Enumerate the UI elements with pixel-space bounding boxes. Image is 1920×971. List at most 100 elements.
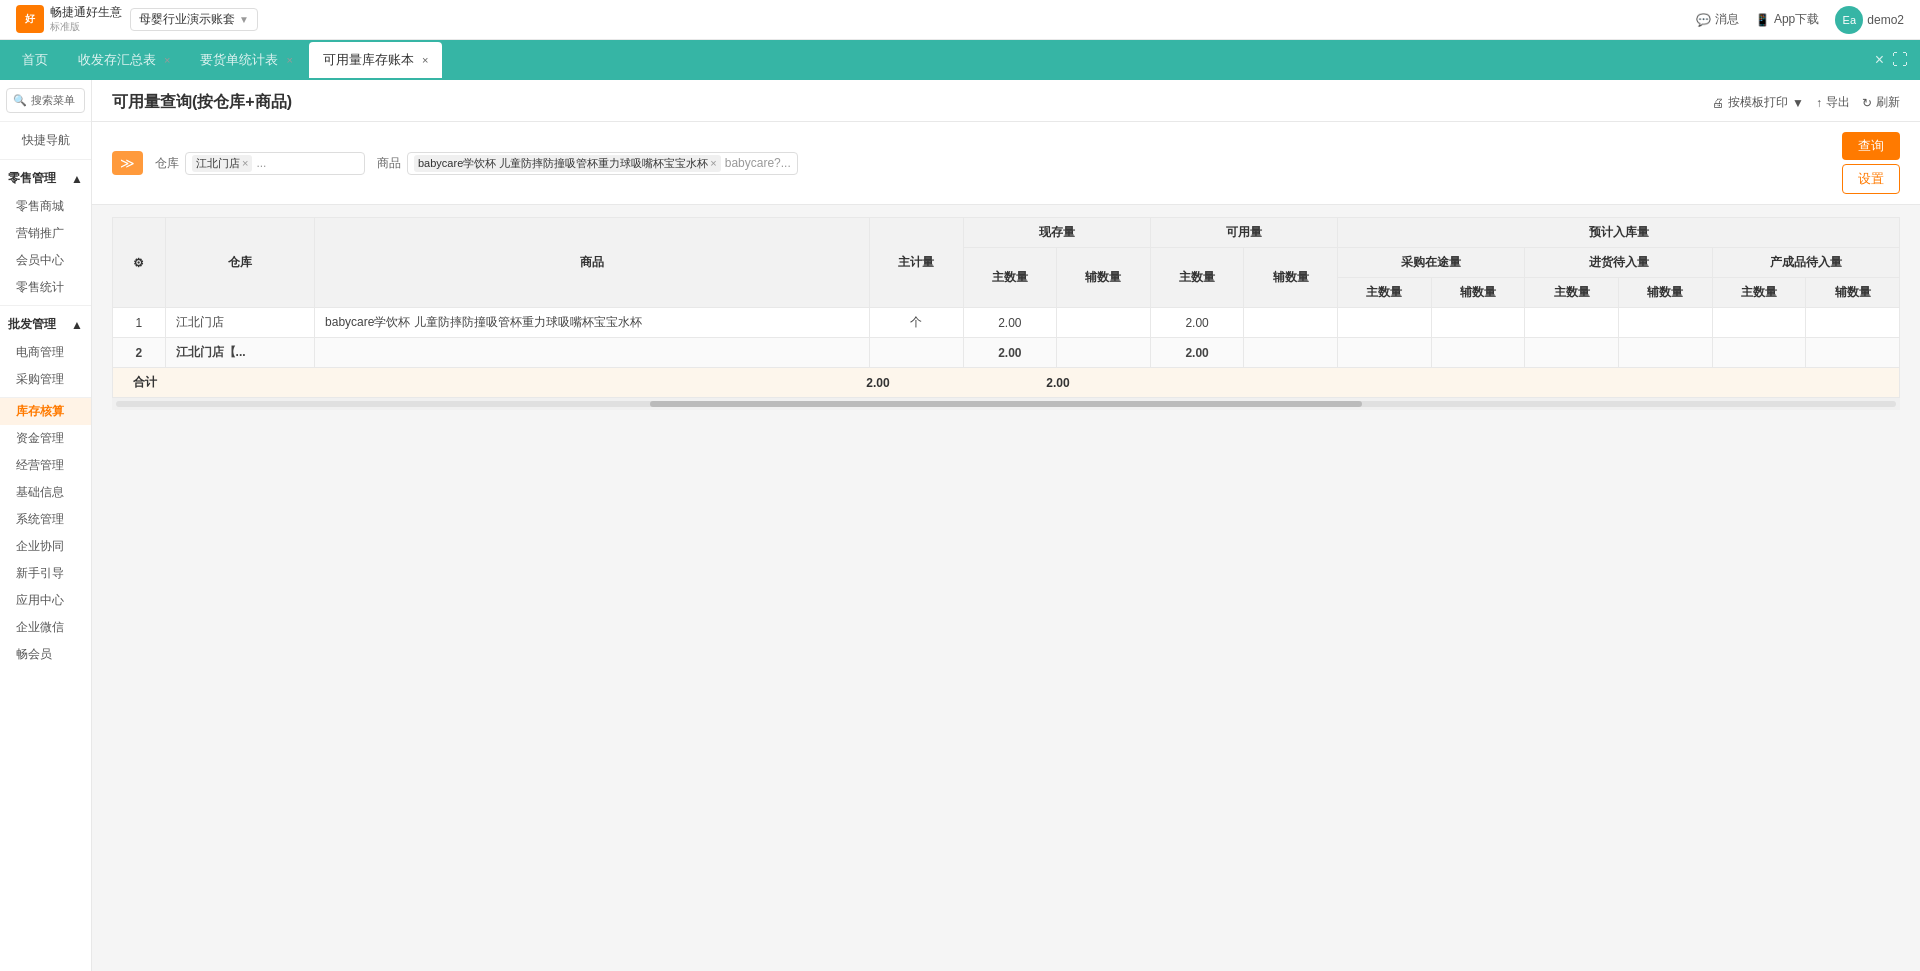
scrollbar-track <box>116 401 1896 407</box>
filter-toggle-button[interactable]: ≫ <box>112 151 143 175</box>
nav-expand-icon: ⛶ <box>1892 51 1908 69</box>
sidebar-item-operations[interactable]: 经营管理 <box>0 452 91 479</box>
sidebar-item-apps[interactable]: 应用中心 <box>0 587 91 614</box>
cell-index-1: 1 <box>113 308 166 338</box>
refresh-label: 刷新 <box>1876 94 1900 111</box>
wholesale-section-header[interactable]: 批发管理 ▲ <box>0 310 91 339</box>
cell-produce-sub-1 <box>1806 308 1900 338</box>
sidebar-item-marketing[interactable]: 营销推广 <box>0 220 91 247</box>
col-settings[interactable]: ⚙ <box>113 218 166 308</box>
cell-unit-2 <box>869 338 963 368</box>
cell-produce-sub-2 <box>1806 338 1900 368</box>
product-tag-remove-1[interactable]: × <box>710 157 716 169</box>
refresh-icon: ↻ <box>1862 96 1872 110</box>
sidebar-item-retail-stats[interactable]: 零售统计 <box>0 274 91 301</box>
app-logo: 好 <box>16 5 44 33</box>
tab-receipt-close[interactable]: × <box>164 54 170 66</box>
cell-avail-sub-2 <box>1244 338 1338 368</box>
cell-purchase-main-1 <box>1338 308 1432 338</box>
sidebar-search-area: 🔍 搜索菜单 <box>0 80 91 122</box>
product-label: 商品 <box>377 155 401 172</box>
scrollbar-thumb[interactable] <box>650 401 1362 407</box>
sidebar-item-member-center[interactable]: 会员中心 <box>0 247 91 274</box>
cell-import-main-2 <box>1525 338 1619 368</box>
filter-bar: ≫ 仓库 江北门店 × ... 商品 babycare学饮杯 儿童防摔防撞吸管杯… <box>92 122 1920 205</box>
settings-button[interactable]: 设置 <box>1842 164 1900 194</box>
sidebar-item-system[interactable]: 系统管理 <box>0 506 91 533</box>
quick-nav-label: 快捷导航 <box>22 132 70 149</box>
col-group-planned: 预计入库量 <box>1338 218 1900 248</box>
col-purchase-main: 主数量 <box>1338 278 1432 308</box>
tab-order[interactable]: 要货单统计表 × <box>186 42 306 78</box>
warehouse-tags[interactable]: 江北门店 × ... <box>185 152 365 175</box>
sidebar-item-enterprise[interactable]: 企业协同 <box>0 533 91 560</box>
sidebar-item-retail-store[interactable]: 零售商城 <box>0 193 91 220</box>
message-button[interactable]: 💬 消息 <box>1696 11 1739 28</box>
tab-receipt[interactable]: 收发存汇总表 × <box>64 42 184 78</box>
sidebar-item-purchase[interactable]: 采购管理 <box>0 366 91 393</box>
cell-avail-main-2: 2.00 <box>1150 338 1244 368</box>
tab-home[interactable]: 首页 <box>8 42 62 78</box>
sidebar-item-finance[interactable]: 资金管理 <box>0 425 91 452</box>
table-row: 2 江北门店【... 2.00 2.00 <box>113 338 1900 368</box>
sidebar-item-member[interactable]: 畅会员 <box>0 641 91 668</box>
col-unit: 主计量 <box>869 218 963 308</box>
sidebar-item-wechat[interactable]: 企业微信 <box>0 614 91 641</box>
cell-warehouse-1: 江北门店 <box>165 308 315 338</box>
cell-import-main-1 <box>1525 308 1619 338</box>
footer-stock-main: 2.00 <box>833 376 923 390</box>
page-header-actions: 🖨 按模板打印 ▼ ↑ 导出 ↻ 刷新 <box>1712 94 1900 111</box>
warehouse-tag-remove[interactable]: × <box>242 157 248 169</box>
print-chevron: ▼ <box>1792 96 1804 110</box>
warehouse-tag-label: 江北门店 <box>196 156 240 171</box>
app-edition: 标准版 <box>50 20 122 34</box>
query-button[interactable]: 查询 <box>1842 132 1900 160</box>
sidebar-item-ecommerce[interactable]: 电商管理 <box>0 339 91 366</box>
col-produce-sub: 辅数量 <box>1806 278 1900 308</box>
product-tags[interactable]: babycare学饮杯 儿童防摔防撞吸管杯重力球吸嘴杯宝宝水杯 × babyca… <box>407 152 798 175</box>
tab-inventory[interactable]: 可用量库存账本 × <box>309 42 442 78</box>
horizontal-scrollbar[interactable] <box>112 398 1900 410</box>
sidebar-item-basics[interactable]: 基础信息 <box>0 479 91 506</box>
top-bar: 好 畅捷通好生意 标准版 母婴行业演示账套 ▼ 💬 消息 📱 App下载 Ea … <box>0 0 1920 40</box>
product-tag-label: babycare学饮杯 儿童防摔防撞吸管杯重力球吸嘴杯宝宝水杯 <box>418 156 708 171</box>
warehouse-label: 仓库 <box>155 155 179 172</box>
export-button[interactable]: ↑ 导出 <box>1816 94 1850 111</box>
username: demo2 <box>1867 13 1904 27</box>
cell-index-2: 2 <box>113 338 166 368</box>
logo-area: 好 畅捷通好生意 标准版 <box>16 5 122 33</box>
top-bar-left: 好 畅捷通好生意 标准版 母婴行业演示账套 ▼ <box>16 5 258 33</box>
tab-order-close[interactable]: × <box>286 54 292 66</box>
retail-section-chevron: ▲ <box>71 172 83 186</box>
page-header: 可用量查询(按仓库+商品) 🖨 按模板打印 ▼ ↑ 导出 ↻ 刷新 <box>92 80 1920 122</box>
sidebar-item-quick-nav[interactable]: 快捷导航 <box>0 126 91 155</box>
cell-unit-1: 个 <box>869 308 963 338</box>
col-stock-main: 主数量 <box>963 248 1057 308</box>
app-download-button[interactable]: 📱 App下载 <box>1755 11 1819 28</box>
sidebar-item-newbie[interactable]: 新手引导 <box>0 560 91 587</box>
col-import-sub: 辅数量 <box>1619 278 1713 308</box>
retail-section-label: 零售管理 <box>8 170 56 187</box>
cell-import-sub-2 <box>1619 338 1713 368</box>
refresh-button[interactable]: ↻ 刷新 <box>1862 94 1900 111</box>
wholesale-section: 批发管理 ▲ 电商管理 采购管理 <box>0 306 91 398</box>
company-selector[interactable]: 母婴行业演示账套 ▼ <box>130 8 258 31</box>
app-name: 畅捷通好生意 <box>50 5 122 19</box>
col-warehouse: 仓库 <box>165 218 315 308</box>
footer-avail-main: 2.00 <box>1013 376 1103 390</box>
cell-purchase-sub-1 <box>1431 308 1525 338</box>
col-group-avail: 可用量 <box>1150 218 1337 248</box>
retail-section-header[interactable]: 零售管理 ▲ <box>0 164 91 193</box>
nav-close-all[interactable]: × ⛶ <box>1875 51 1908 69</box>
download-icon: 📱 <box>1755 13 1770 27</box>
print-button[interactable]: 🖨 按模板打印 ▼ <box>1712 94 1804 111</box>
col-group-stock: 现存量 <box>963 218 1150 248</box>
user-profile[interactable]: Ea demo2 <box>1835 6 1904 34</box>
table-footer: 合计 2.00 2.00 <box>112 368 1900 398</box>
tab-inventory-close[interactable]: × <box>422 54 428 66</box>
wholesale-section-label: 批发管理 <box>8 316 56 333</box>
company-name: 母婴行业演示账套 <box>139 11 235 28</box>
sidebar-item-inventory[interactable]: 库存核算 <box>0 398 91 425</box>
search-menu-button[interactable]: 🔍 搜索菜单 <box>6 88 85 113</box>
top-bar-right: 💬 消息 📱 App下载 Ea demo2 <box>1696 6 1904 34</box>
